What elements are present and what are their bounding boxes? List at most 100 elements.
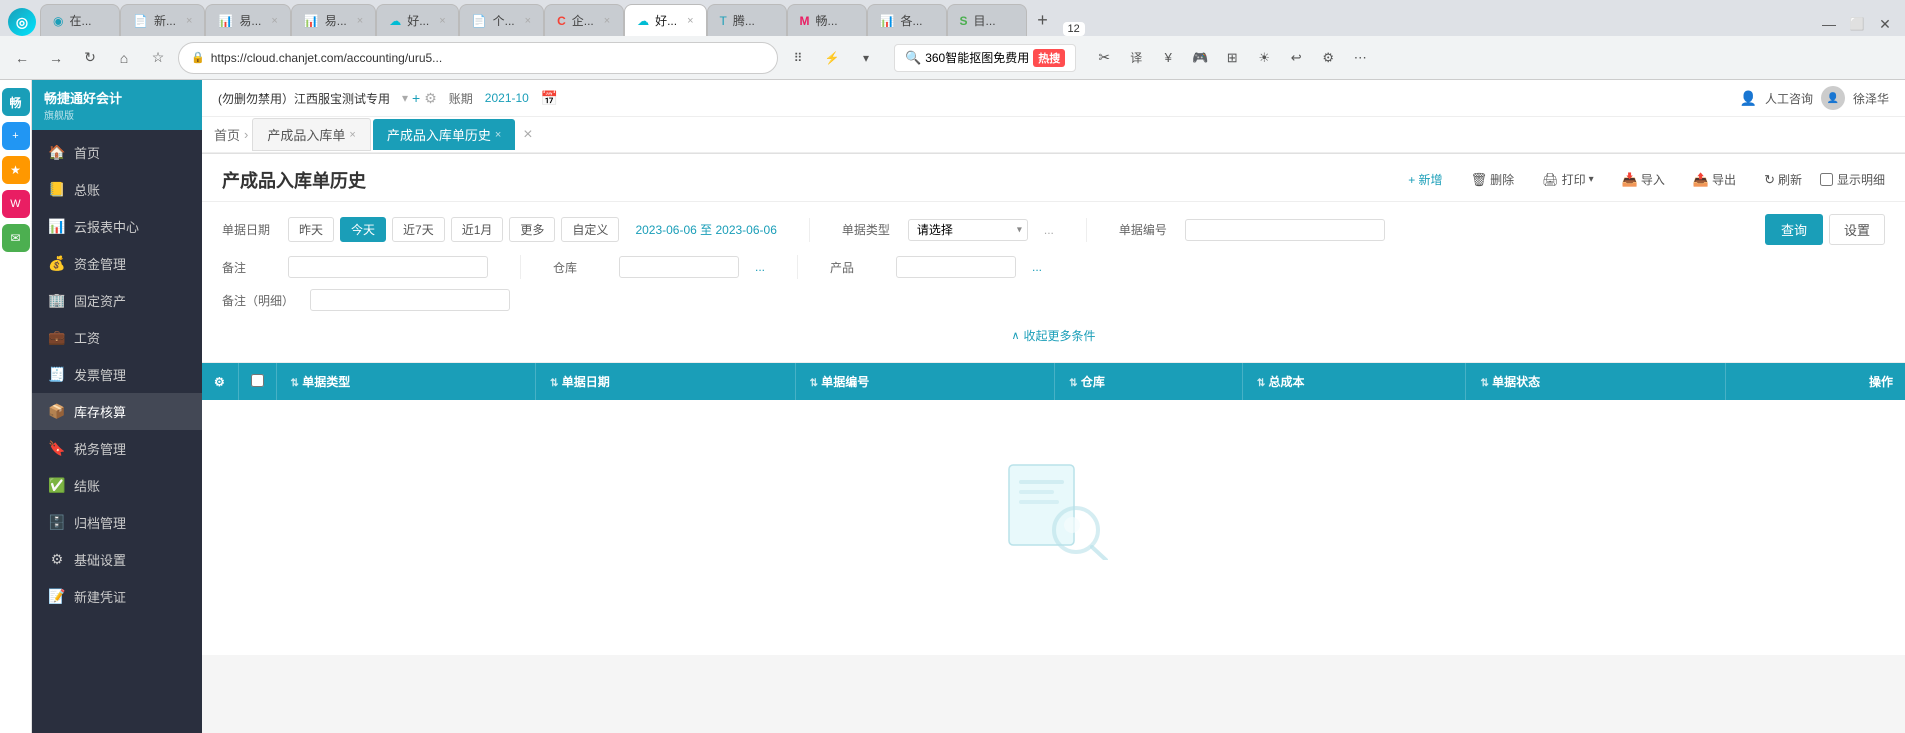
setting-btn[interactable]: 设置 [1829,214,1885,245]
tab-t1[interactable]: ◉ 在... [40,4,120,36]
app-icon-blue[interactable]: + [2,122,30,150]
tab-t12[interactable]: S 目... [947,4,1027,36]
col-header-date[interactable]: ⇅ 单据日期 [536,363,796,400]
col-header-status[interactable]: ⇅ 单据状态 [1466,363,1726,400]
display-btn[interactable]: ☀ [1250,44,1278,72]
game-btn[interactable]: 🎮 [1186,44,1214,72]
col-header-number[interactable]: ⇅ 单据编号 [795,363,1055,400]
account-dropdown-icon[interactable]: ▾ [402,91,408,105]
tab-count[interactable]: 12 [1063,22,1085,36]
number-input[interactable] [1185,219,1385,241]
warehouse-more-btn[interactable]: ... [755,260,765,274]
date-btn-7days[interactable]: 近7天 [392,217,445,242]
more-button[interactable]: ▾ [852,44,880,72]
home-button[interactable]: ⌂ [110,44,138,72]
sidebar-item-fund[interactable]: 💰 资金管理 [32,245,202,282]
back-button[interactable]: ← [8,44,36,72]
tab-t2[interactable]: 📄 新... × [120,4,205,36]
tab-t5[interactable]: ☁ 好... × [376,4,458,36]
close-tab-t3[interactable]: × [271,15,277,27]
close-tab-t2[interactable]: × [186,15,192,27]
tab-t4[interactable]: 📊 易... × [291,4,376,36]
new-btn[interactable]: + 新增 [1398,166,1452,193]
refresh-button[interactable]: ↻ [76,44,104,72]
close-content-btn[interactable]: × [523,126,532,144]
settings-gear-btn[interactable]: ⚙ [424,90,437,107]
menu-button[interactable]: ⠿ [784,44,812,72]
detail-remark-input[interactable] [310,289,510,311]
username[interactable]: 徐泽华 [1853,90,1889,107]
bookmark-button[interactable]: ☆ [144,44,172,72]
extension-button[interactable]: ⚡ [818,44,846,72]
product-input[interactable] [896,256,1016,278]
date-btn-custom[interactable]: 自定义 [561,217,619,242]
window-close[interactable]: ✕ [1873,12,1897,36]
tab-t8[interactable]: ☁ 好... × [624,4,706,36]
collapse-btn[interactable]: ∧ 收起更多条件 [222,321,1885,350]
sidebar-item-invoice[interactable]: 🧾 发票管理 [32,356,202,393]
display-checkbox[interactable] [1820,173,1833,186]
sidebar-item-newbill[interactable]: 📝 新建凭证 [32,578,202,615]
tab-t3[interactable]: 📊 易... × [205,4,290,36]
overflow-btn[interactable]: ⋯ [1346,44,1374,72]
sidebar-item-inventory[interactable]: 📦 库存核算 [32,393,202,430]
col-header-check[interactable] [238,363,276,400]
select-all-checkbox[interactable] [251,374,264,387]
sidebar-item-tax[interactable]: 🔖 税务管理 [32,430,202,467]
delete-btn[interactable]: 🗑 删除 [1461,166,1525,193]
col-header-type[interactable]: ⇅ 单据类型 [276,363,536,400]
date-btn-today[interactable]: 今天 [340,217,386,242]
warehouse-input[interactable] [619,256,739,278]
grid-btn[interactable]: ⊞ [1218,44,1246,72]
breadcrumb-home[interactable]: 首页 [214,125,240,144]
sidebar-item-home[interactable]: 🏠 首页 [32,134,202,171]
close-tab-t6[interactable]: × [525,15,531,27]
sidebar-item-basic[interactable]: ⚙ 基础设置 [32,541,202,578]
tab-t10[interactable]: M 畅... [787,4,867,36]
refresh-page-btn[interactable]: ↻ 刷新 [1754,166,1812,193]
sidebar-item-salary[interactable]: 💼 工资 [32,319,202,356]
query-btn[interactable]: 查询 [1765,214,1823,245]
undo-btn[interactable]: ↩ [1282,44,1310,72]
export-btn[interactable]: 📤 导出 [1683,166,1746,193]
tab-t9[interactable]: T 腾... [707,4,787,36]
settings-btn[interactable]: ⚙ [1314,44,1342,72]
app-icon-chanjet[interactable]: 畅 [2,88,30,116]
calendar-icon[interactable]: 📅 [541,90,558,107]
col-header-warehouse[interactable]: ⇅ 仓库 [1055,363,1243,400]
close-tab-t5[interactable]: × [439,15,445,27]
col-header-cost[interactable]: ⇅ 总成本 [1242,363,1466,400]
address-input[interactable]: 🔒 https://cloud.chanjet.com/accounting/u… [178,42,778,74]
remark-input[interactable] [288,256,488,278]
ai-consult-btn[interactable]: 人工咨询 [1765,90,1813,107]
tab-t7[interactable]: C 企... × [544,4,624,36]
import-btn[interactable]: 📥 导入 [1612,166,1675,193]
tab-product-history[interactable]: 产成品入库单历史 × [373,119,515,150]
app-icon-mail[interactable]: ✉ [2,224,30,252]
type-select[interactable]: 请选择 [908,219,1028,241]
print-btn[interactable]: 🖨 打印 ▾ [1532,166,1604,193]
close-tab-t8[interactable]: × [687,15,693,27]
window-restore[interactable]: ⬜ [1845,12,1869,36]
translate-btn[interactable]: 译 [1122,44,1150,72]
tab-product-list[interactable]: 产成品入库单 × [252,118,370,151]
date-btn-yesterday[interactable]: 昨天 [288,217,334,242]
close-tab-t7[interactable]: × [604,15,610,27]
app-icon-star[interactable]: ★ [2,156,30,184]
window-minimize[interactable]: — [1817,12,1841,36]
tab-t11[interactable]: 📊 各... [867,4,947,36]
forward-button[interactable]: → [42,44,70,72]
yuan-btn[interactable]: ¥ [1154,44,1182,72]
date-btn-more[interactable]: 更多 [509,217,555,242]
sidebar-item-fixed[interactable]: 🏢 固定资产 [32,282,202,319]
col-header-gear[interactable]: ⚙ [202,363,238,400]
close-tab-history[interactable]: × [495,129,501,141]
tab-t6[interactable]: 📄 个... × [459,4,544,36]
sidebar-item-report[interactable]: 📊 云报表中心 [32,208,202,245]
sidebar-item-settle[interactable]: ✅ 结账 [32,467,202,504]
add-account-btn[interactable]: + [412,90,420,106]
app-icon-weibo[interactable]: W [2,190,30,218]
sidebar-item-archive[interactable]: 🗄️ 归档管理 [32,504,202,541]
close-tab-product-list[interactable]: × [349,129,355,141]
display-toggle[interactable]: 显示明细 [1820,171,1885,188]
